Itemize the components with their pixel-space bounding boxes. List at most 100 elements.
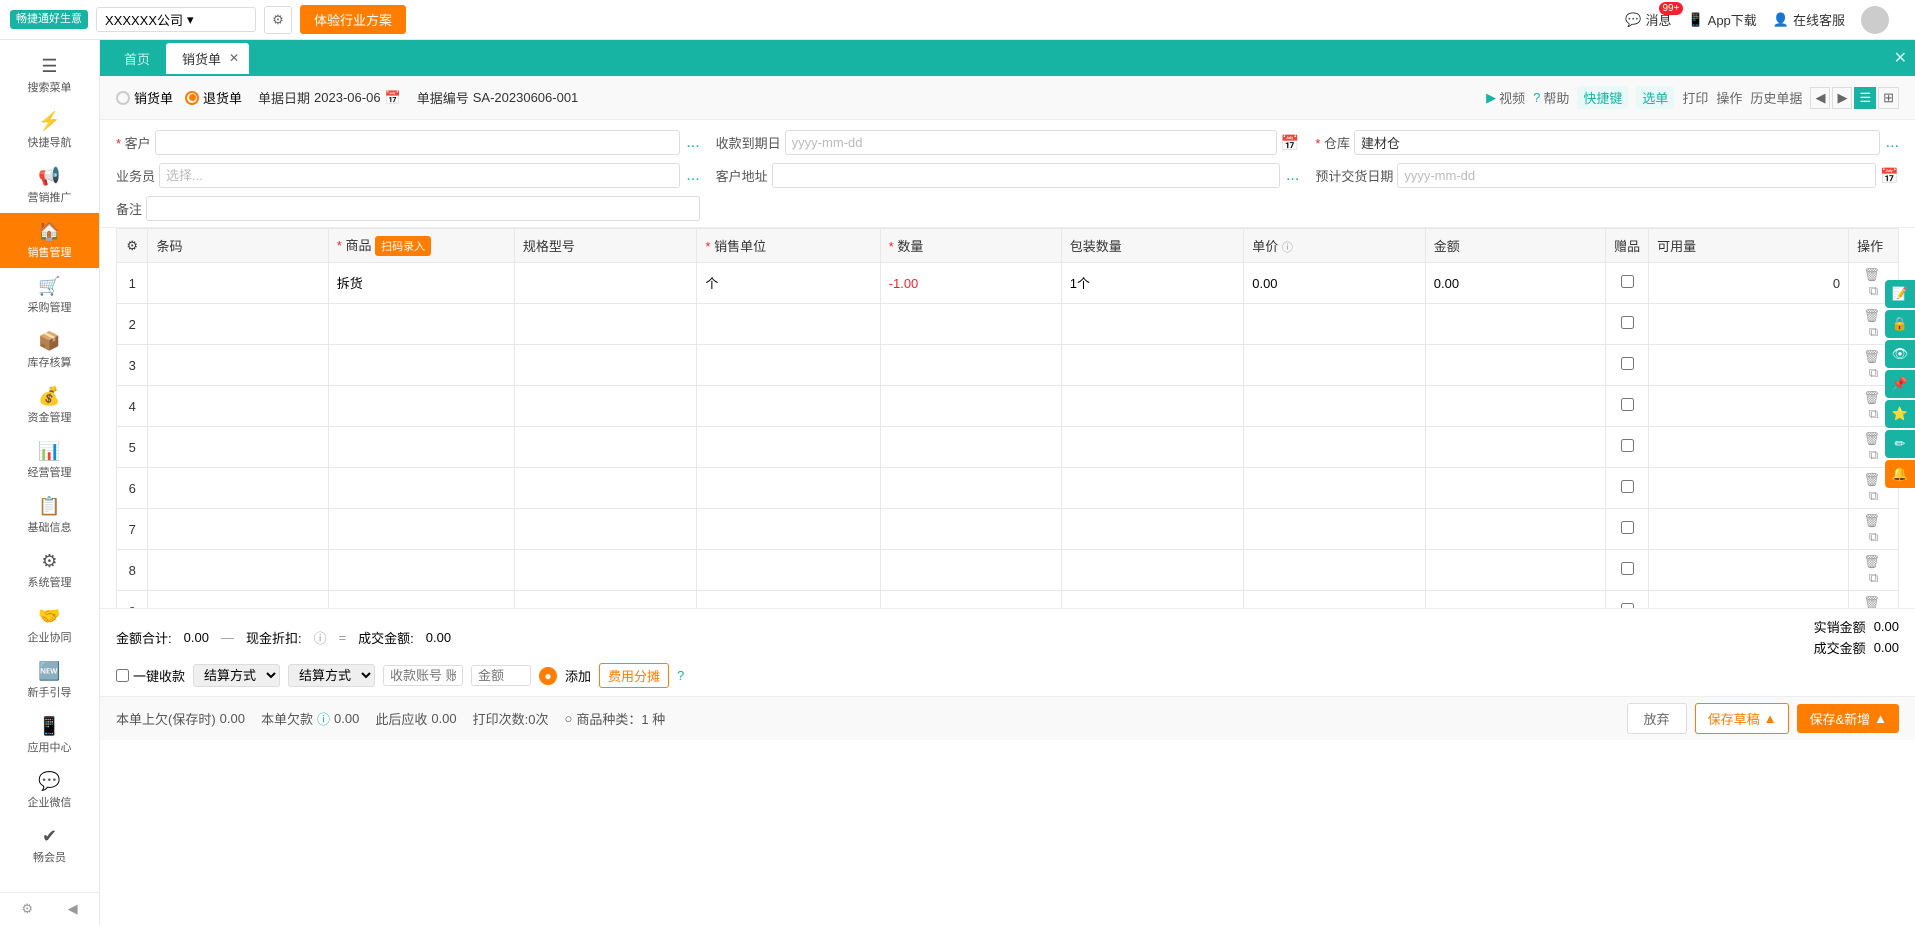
row-barcode[interactable] [148,591,328,609]
payment-date-input[interactable] [785,130,1277,155]
sidebar-item-system[interactable]: ⚙ 系统管理 [0,543,99,598]
sidebar-item-quick-nav[interactable]: ⚡ 快捷导航 [0,103,99,158]
expected-delivery-input[interactable] [1397,163,1876,188]
row-sales-unit[interactable] [697,304,880,345]
view-btn-next[interactable]: ▶ [1832,87,1852,109]
customer-dots[interactable]: ... [686,134,699,152]
row-gift[interactable] [1606,591,1649,609]
sidebar-item-marketing[interactable]: 📢 营销推广 [0,158,99,213]
row-barcode[interactable] [148,345,328,386]
row-spec[interactable] [514,386,697,427]
unit-price-info-icon[interactable]: ⓘ [1282,242,1293,254]
row-sales-unit[interactable] [697,263,880,304]
customer-address-input[interactable] [772,163,1280,188]
sidebar-item-sales[interactable]: 🏠 销售管理 [0,213,99,268]
row-barcode[interactable] [148,509,328,550]
payment-method-select2[interactable]: 结算方式 [288,664,375,687]
sidebar-item-app-center[interactable]: 📱 应用中心 [0,708,99,763]
row-pack-qty[interactable] [1061,427,1244,468]
row-unit-price[interactable] [1244,591,1426,609]
user-avatar[interactable] [1861,6,1889,34]
tab-home[interactable]: 首页 [108,43,166,74]
tab-close-icon[interactable]: ✕ [229,51,239,65]
row-gift[interactable] [1606,468,1649,509]
settings-icon[interactable]: ⚙ [264,6,292,34]
sidebar-collapse-icon[interactable]: ◀ [68,901,78,917]
sidebar-item-guide[interactable]: 🆕 新手引导 [0,653,99,708]
row-spec[interactable] [514,591,697,609]
row-sales-unit[interactable] [697,427,880,468]
row-unit-price[interactable] [1244,427,1426,468]
message-button[interactable]: 💬 消息 99+ [1625,10,1671,29]
payment-date-calendar-icon[interactable]: 📅 [1281,134,1300,152]
row-barcode[interactable] [148,468,328,509]
row-copy-icon[interactable]: ⧉ [1869,447,1878,462]
warehouse-input[interactable] [1354,130,1880,155]
row-delete-icon[interactable]: 🗑 [1863,349,1880,364]
company-selector[interactable]: XXXXXX公司 ▾ [96,7,256,32]
discount-info-icon[interactable]: ⓘ [314,628,327,647]
th-settings[interactable]: ⚙ [117,229,148,263]
sidebar-item-enterprise[interactable]: 🤝 企业协同 [0,598,99,653]
action-history[interactable]: 历史单据 [1750,88,1802,107]
row-pack-qty[interactable] [1061,550,1244,591]
row-amount[interactable] [1425,591,1605,609]
tab-sales-order[interactable]: 销货单 ✕ [166,43,249,74]
row-delete-icon[interactable]: 🗑 [1863,431,1880,446]
row-unit-price[interactable] [1244,345,1426,386]
owe-info-icon[interactable]: ⓘ [317,709,330,728]
row-barcode[interactable] [148,263,328,304]
online-service-button[interactable]: 👤 在线客服 [1773,10,1845,29]
row-gift[interactable] [1606,263,1649,304]
row-product[interactable] [328,550,514,591]
row-quantity[interactable] [880,345,1061,386]
row-unit-price[interactable] [1244,263,1426,304]
row-barcode[interactable] [148,304,328,345]
payment-method-select[interactable]: 结算方式 [193,664,280,687]
row-quantity[interactable] [880,509,1061,550]
add-payment-button[interactable]: ● [539,667,557,685]
row-spec[interactable] [514,304,697,345]
row-barcode[interactable] [148,427,328,468]
view-btn-prev[interactable]: ◀ [1810,87,1830,109]
row-delete-icon[interactable]: 🗑 [1863,472,1880,487]
row-amount[interactable] [1425,427,1605,468]
row-pack-qty[interactable] [1061,509,1244,550]
row-product[interactable] [328,345,514,386]
row-unit-price[interactable] [1244,304,1426,345]
row-pack-qty[interactable] [1061,591,1244,609]
row-pack-qty[interactable] [1061,345,1244,386]
sidebar-item-member[interactable]: ✔ 畅会员 [0,818,99,873]
row-barcode[interactable] [148,386,328,427]
row-spec[interactable] [514,509,697,550]
row-gift[interactable] [1606,386,1649,427]
row-amount[interactable] [1425,468,1605,509]
row-sales-unit[interactable] [697,509,880,550]
row-pack-qty[interactable] [1061,468,1244,509]
customer-address-dots[interactable]: ... [1286,167,1299,185]
row-unit-price[interactable] [1244,550,1426,591]
trial-button[interactable]: 体验行业方案 [300,5,406,34]
radio-return[interactable]: 退货单 [185,88,242,107]
row-delete-icon[interactable]: 🗑 [1863,267,1880,282]
row-amount[interactable] [1425,509,1605,550]
row-product[interactable] [328,263,514,304]
row-pack-qty[interactable] [1061,263,1244,304]
action-shortcut[interactable]: 快捷键 [1577,86,1628,109]
row-spec[interactable] [514,345,697,386]
row-gift[interactable] [1606,304,1649,345]
action-print[interactable]: 打印 [1682,88,1708,107]
expense-split-button[interactable]: 费用分摊 [599,663,669,688]
row-quantity[interactable] [880,386,1061,427]
row-product[interactable] [328,509,514,550]
sidebar-item-basic-info[interactable]: 📋 基础信息 [0,488,99,543]
salesman-input[interactable] [159,163,680,188]
row-sales-unit[interactable] [697,345,880,386]
row-gift[interactable] [1606,550,1649,591]
sidebar-item-wechat[interactable]: 💬 企业微信 [0,763,99,818]
date-calendar-icon[interactable]: 📅 [385,90,401,106]
row-product[interactable] [328,427,514,468]
row-copy-icon[interactable]: ⧉ [1869,283,1878,298]
row-delete-icon[interactable]: 🗑 [1863,390,1880,405]
rfp-btn-5[interactable]: ⭐ [1885,400,1915,428]
